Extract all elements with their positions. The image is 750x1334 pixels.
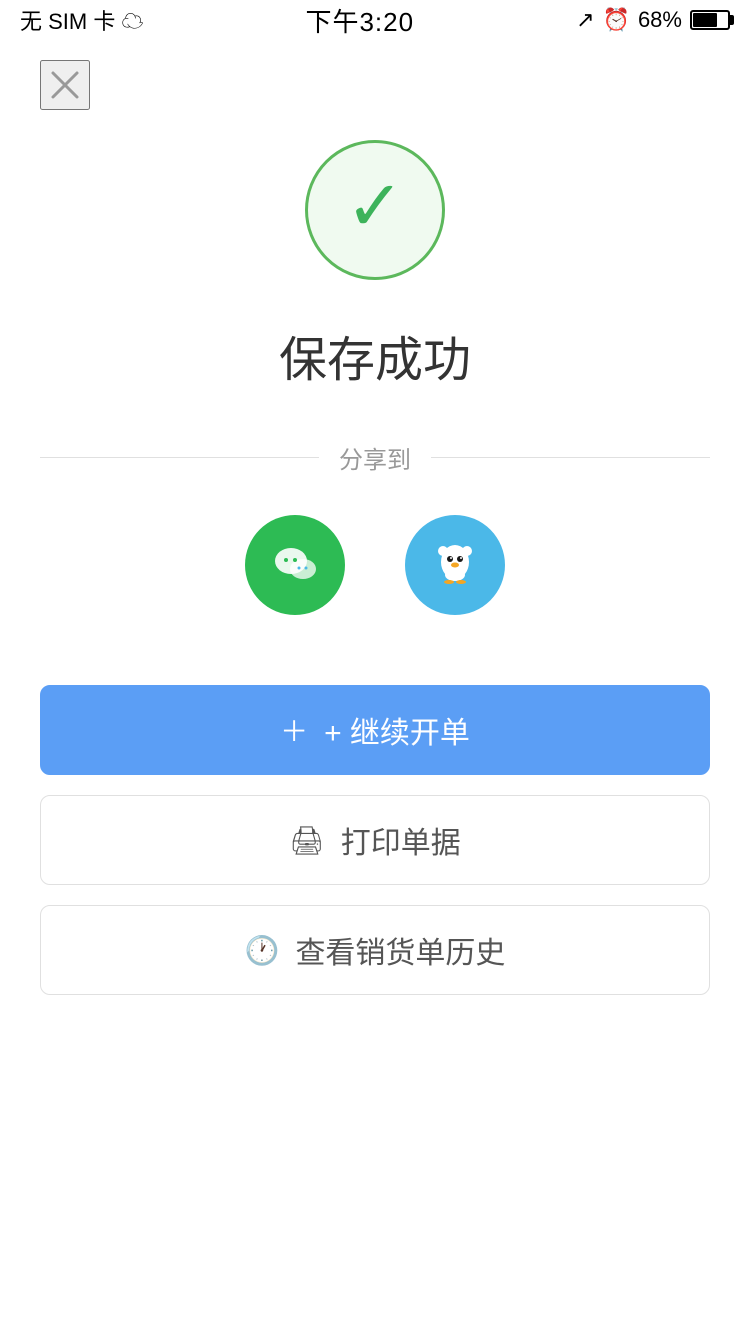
qq-share-button[interactable] [405,515,505,615]
checkmark-icon: ✓ [346,171,405,241]
plus-icon: ＋ [280,710,308,750]
share-icons [245,515,505,615]
history-icon: 🕐 [245,934,280,967]
battery-bar [690,10,730,30]
view-history-label: 查看销货单历史 [295,928,505,972]
qq-icon [425,535,485,595]
share-label: 分享到 [339,440,411,475]
view-history-button[interactable]: 🕐 查看销货单历史 [40,905,710,995]
battery-fill [693,13,717,27]
location-icon: ↗ [576,7,594,33]
status-left: 无 SIM 卡 ☁ [20,4,143,36]
action-buttons: ＋ + 继续开单 🖨 打印单据 🕐 查看销货单历史 [40,685,710,995]
success-title: 保存成功 [279,320,471,390]
status-time: 下午3:20 [305,2,414,39]
printer-icon: 🖨 [289,824,325,857]
print-button[interactable]: 🖨 打印单据 [40,795,710,885]
share-divider: 分享到 [40,440,710,475]
continue-order-label: + 继续开单 [324,708,470,752]
alarm-icon: ⏰ [603,7,630,33]
close-button[interactable] [40,60,90,110]
print-label: 打印单据 [341,818,461,862]
battery-percent: 68% [638,7,682,33]
wechat-share-button[interactable] [245,515,345,615]
divider-line-right [431,457,710,458]
close-icon [49,69,81,101]
continue-order-button[interactable]: ＋ + 继续开单 [40,685,710,775]
divider-line-left [40,457,319,458]
status-right: ↗ ⏰ 68% [576,7,730,33]
status-bar: 无 SIM 卡 ☁ 下午3:20 ↗ ⏰ 68% [0,0,750,40]
main-content: ✓ 保存成功 分享到 [0,40,750,1334]
success-circle: ✓ [305,140,445,280]
wechat-icon [265,535,325,595]
sim-label: 无 SIM 卡 ☁ [20,4,143,36]
